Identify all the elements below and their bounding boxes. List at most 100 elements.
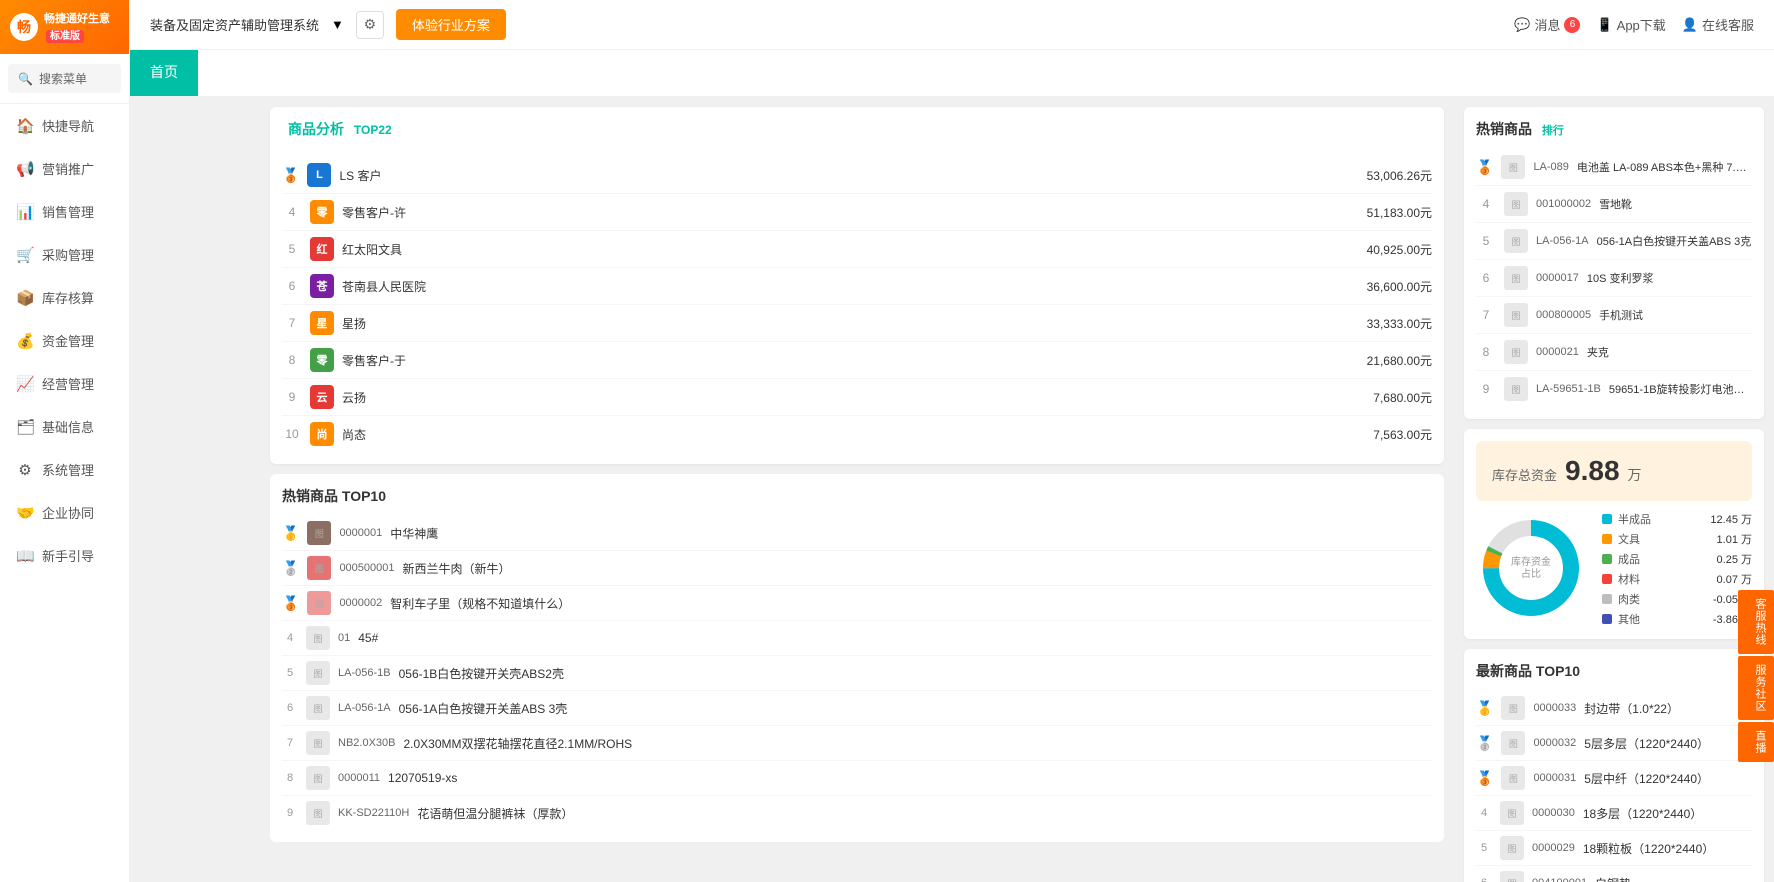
new-product-item[interactable]: 🥇 图 0000033 封边带（1.0*22） bbox=[1476, 691, 1752, 726]
float-service-community[interactable]: 服务社区 bbox=[1738, 656, 1774, 720]
sidebar-search-area: 🔍 搜索菜单 bbox=[0, 54, 129, 104]
new-products-card: 最新商品 TOP10 🥇 图 0000033 封边带（1.0*22） 🥈 图 0… bbox=[1464, 649, 1764, 882]
hot-goods-item[interactable]: 🥉 图 LA-089 电池盖 LA-089 ABS本色+黑种 7.1克 bbox=[1476, 149, 1752, 186]
hot-goods-item[interactable]: 7 图 000800005 手机测试 bbox=[1476, 297, 1752, 334]
notification-item[interactable]: 💬 消息 6 bbox=[1514, 15, 1580, 34]
online-service-label: 在线客服 bbox=[1702, 15, 1754, 34]
settings-button[interactable]: ⚙ bbox=[356, 11, 384, 39]
customer-rank-item[interactable]: 10 尚 尚态 7,563.00元 bbox=[282, 416, 1432, 452]
float-service-live[interactable]: 直播 bbox=[1738, 722, 1774, 762]
customer-rank-item[interactable]: 4 零 零售客户-许 51,183.00元 bbox=[282, 194, 1432, 231]
topbar: 装备及固定资产辅助管理系统 ▼ ⚙ 体验行业方案 💬 消息 6 📱 App下载 … bbox=[130, 0, 1774, 50]
finance-icon: 💰 bbox=[16, 332, 34, 350]
service-icon: 👤 bbox=[1682, 17, 1698, 33]
legend-item: 成品 0.25 万 bbox=[1602, 551, 1752, 567]
hot-product-item[interactable]: 6 图 LA-056-1A 056-1A白色按键开关盖ABS 3壳 bbox=[282, 691, 1432, 726]
hot-goods-item[interactable]: 9 图 LA-59651-1B 59651-1B旋转投影灯电池盒ABS黑色+58… bbox=[1476, 371, 1752, 407]
sidebar-item-basic-info[interactable]: 🗂 基础信息 bbox=[0, 405, 129, 448]
sidebar-item-purchase[interactable]: 🛒 采购管理 bbox=[0, 233, 129, 276]
float-service: 客服热线 服务社区 直播 bbox=[1738, 590, 1774, 762]
new-product-item[interactable]: 🥉 图 0000031 5层中纤（1220*2440） bbox=[1476, 761, 1752, 796]
sales-icon: 📊 bbox=[16, 203, 34, 221]
sidebar-item-enterprise[interactable]: 🤝 企业协同 bbox=[0, 491, 129, 534]
new-product-item[interactable]: 4 图 0000030 18多层（1220*2440） bbox=[1476, 796, 1752, 831]
hot-products-title: 热销商品 TOP10 bbox=[282, 486, 1432, 506]
notification-label: 消息 bbox=[1534, 15, 1560, 34]
customer-rank-item[interactable]: 🥉 L LS 客户 53,006.26元 bbox=[282, 157, 1432, 194]
hot-goods-item[interactable]: 4 图 001000002 雪地靴 bbox=[1476, 186, 1752, 223]
legend-item: 肉类 -0.05 万 bbox=[1602, 591, 1752, 607]
svg-text:占比: 占比 bbox=[1521, 567, 1541, 580]
hot-product-item[interactable]: 🥉 图 0000002 智利车子里（规格不知道填什么） bbox=[282, 586, 1432, 621]
sidebar-item-system[interactable]: ⚙ 系统管理 bbox=[0, 448, 129, 491]
sidebar-item-sales[interactable]: 📊 销售管理 bbox=[0, 190, 129, 233]
tab-home[interactable]: 首页 bbox=[130, 50, 198, 96]
legend-item: 其他 -3.86 万 bbox=[1602, 611, 1752, 627]
hot-product-item[interactable]: 5 图 LA-056-1B 056-1B白色按键开关壳ABS2壳 bbox=[282, 656, 1432, 691]
hot-goods-title: 热销商品 排行 bbox=[1476, 119, 1752, 139]
sidebar-item-label: 新手引导 bbox=[42, 546, 94, 565]
online-service-item[interactable]: 👤 在线客服 bbox=[1682, 15, 1754, 34]
hot-product-item[interactable]: 9 图 KK-SD22110H 花语萌但温分腿裤袜（厚款） bbox=[282, 796, 1432, 830]
customer-rank-item[interactable]: 6 苍 苍南县人民医院 36,600.00元 bbox=[282, 268, 1432, 305]
new-product-item[interactable]: 5 图 0000029 18颗粒板（1220*2440） bbox=[1476, 831, 1752, 866]
hot-goods-item[interactable]: 5 图 LA-056-1A 056-1A白色按键开关盖ABS 3克 bbox=[1476, 223, 1752, 260]
new-products-title: 最新商品 TOP10 bbox=[1476, 661, 1752, 681]
hot-product-item[interactable]: 🥇 图 0000001 中华神鹰 bbox=[282, 516, 1432, 551]
sidebar-item-guide[interactable]: 📖 新手引导 bbox=[0, 534, 129, 577]
sidebar: 畅 畅捷通好生意 标准版 🔍 搜索菜单 🏠 快捷导航 📢 营销推广 📊 销售管理… bbox=[0, 0, 130, 882]
customer-rank-list: 🥉 L LS 客户 53,006.26元 4 零 零售客户-许 51,183.0… bbox=[282, 157, 1432, 452]
customer-ranking-title: 商品分析 TOP22 bbox=[282, 119, 392, 139]
sidebar-item-finance[interactable]: 💰 资金管理 bbox=[0, 319, 129, 362]
hot-product-item[interactable]: 8 图 0000011 12070519-xs bbox=[282, 761, 1432, 796]
hot-product-item[interactable]: 7 图 NB2.0X30B 2.0X30MM双摆花轴摆花直径2.1MM/ROHS bbox=[282, 726, 1432, 761]
hot-product-item[interactable]: 4 图 01 45# bbox=[282, 621, 1432, 656]
trial-button[interactable]: 体验行业方案 bbox=[396, 9, 506, 40]
logo-badge: 标准版 bbox=[46, 30, 84, 43]
main-area: 装备及固定资产辅助管理系统 ▼ ⚙ 体验行业方案 💬 消息 6 📱 App下载 … bbox=[130, 0, 1774, 882]
home-icon: 🏠 bbox=[16, 117, 34, 135]
app-download-item[interactable]: 📱 App下载 bbox=[1596, 15, 1665, 34]
float-service-hotline[interactable]: 客服热线 bbox=[1738, 590, 1774, 654]
donut-chart: 库存资金 占比 bbox=[1476, 513, 1586, 626]
hot-goods-item[interactable]: 8 图 0000021 夹克 bbox=[1476, 334, 1752, 371]
customer-rank-item[interactable]: 5 红 红太阳文具 40,925.00元 bbox=[282, 231, 1432, 268]
mobile-icon: 📱 bbox=[1596, 17, 1612, 33]
system-dropdown-icon[interactable]: ▼ bbox=[331, 17, 344, 32]
system-icon: ⚙ bbox=[16, 461, 34, 479]
middle-panel: 商品分析 TOP22 🥉 L LS 客户 53,006.26元 4 零 零售客户… bbox=[260, 97, 1454, 882]
message-icon: 💬 bbox=[1514, 17, 1530, 33]
hot-products-list: 🥇 图 0000001 中华神鹰 🥈 图 000500001 新西兰牛肉（新牛）… bbox=[282, 516, 1432, 830]
sidebar-item-operations[interactable]: 📈 经营管理 bbox=[0, 362, 129, 405]
guide-icon: 📖 bbox=[16, 547, 34, 565]
logo-icon: 畅 bbox=[10, 13, 38, 41]
sidebar-item-inventory[interactable]: 📦 库存核算 bbox=[0, 276, 129, 319]
left-panel bbox=[130, 97, 260, 882]
sidebar-nav: 🏠 快捷导航 📢 营销推广 📊 销售管理 🛒 采购管理 📦 库存核算 💰 资金管… bbox=[0, 104, 129, 577]
basic-info-icon: 🗂 bbox=[16, 418, 34, 436]
new-product-item[interactable]: 🥈 图 0000032 5层多层（1220*2440） bbox=[1476, 726, 1752, 761]
sidebar-item-label: 基础信息 bbox=[42, 417, 94, 436]
sidebar-item-quick-nav[interactable]: 🏠 快捷导航 bbox=[0, 104, 129, 147]
sidebar-item-label: 库存核算 bbox=[42, 288, 94, 307]
content-area: 商品分析 TOP22 🥉 L LS 客户 53,006.26元 4 零 零售客户… bbox=[130, 97, 1774, 882]
customer-rank-item[interactable]: 9 云 云扬 7,680.00元 bbox=[282, 379, 1432, 416]
search-menu-label: 搜索菜单 bbox=[39, 70, 87, 87]
page-tabs: 首页 bbox=[130, 50, 1774, 97]
sidebar-item-label: 快捷导航 bbox=[42, 116, 94, 135]
customer-rank-item[interactable]: 8 零 零售客户-于 21,680.00元 bbox=[282, 342, 1432, 379]
hot-product-item[interactable]: 🥈 图 000500001 新西兰牛肉（新牛） bbox=[282, 551, 1432, 586]
sidebar-item-label: 采购管理 bbox=[42, 245, 94, 264]
new-product-item[interactable]: 6 图 004100001 白钢垫 bbox=[1476, 866, 1752, 882]
purchase-icon: 🛒 bbox=[16, 246, 34, 264]
sidebar-item-marketing[interactable]: 📢 营销推广 bbox=[0, 147, 129, 190]
stock-value: 9.88 bbox=[1565, 455, 1620, 487]
sidebar-logo: 畅 畅捷通好生意 标准版 bbox=[0, 0, 129, 54]
hot-goods-item[interactable]: 6 图 0000017 10S 变利罗浆 bbox=[1476, 260, 1752, 297]
search-icon: 🔍 bbox=[18, 72, 33, 86]
customer-rank-item[interactable]: 7 星 星扬 33,333.00元 bbox=[282, 305, 1432, 342]
hot-goods-ranking-card: 热销商品 排行 🥉 图 LA-089 电池盖 LA-089 ABS本色+黑种 7… bbox=[1464, 107, 1764, 419]
enterprise-icon: 🤝 bbox=[16, 504, 34, 522]
operations-icon: 📈 bbox=[16, 375, 34, 393]
search-menu-button[interactable]: 🔍 搜索菜单 bbox=[8, 64, 121, 93]
